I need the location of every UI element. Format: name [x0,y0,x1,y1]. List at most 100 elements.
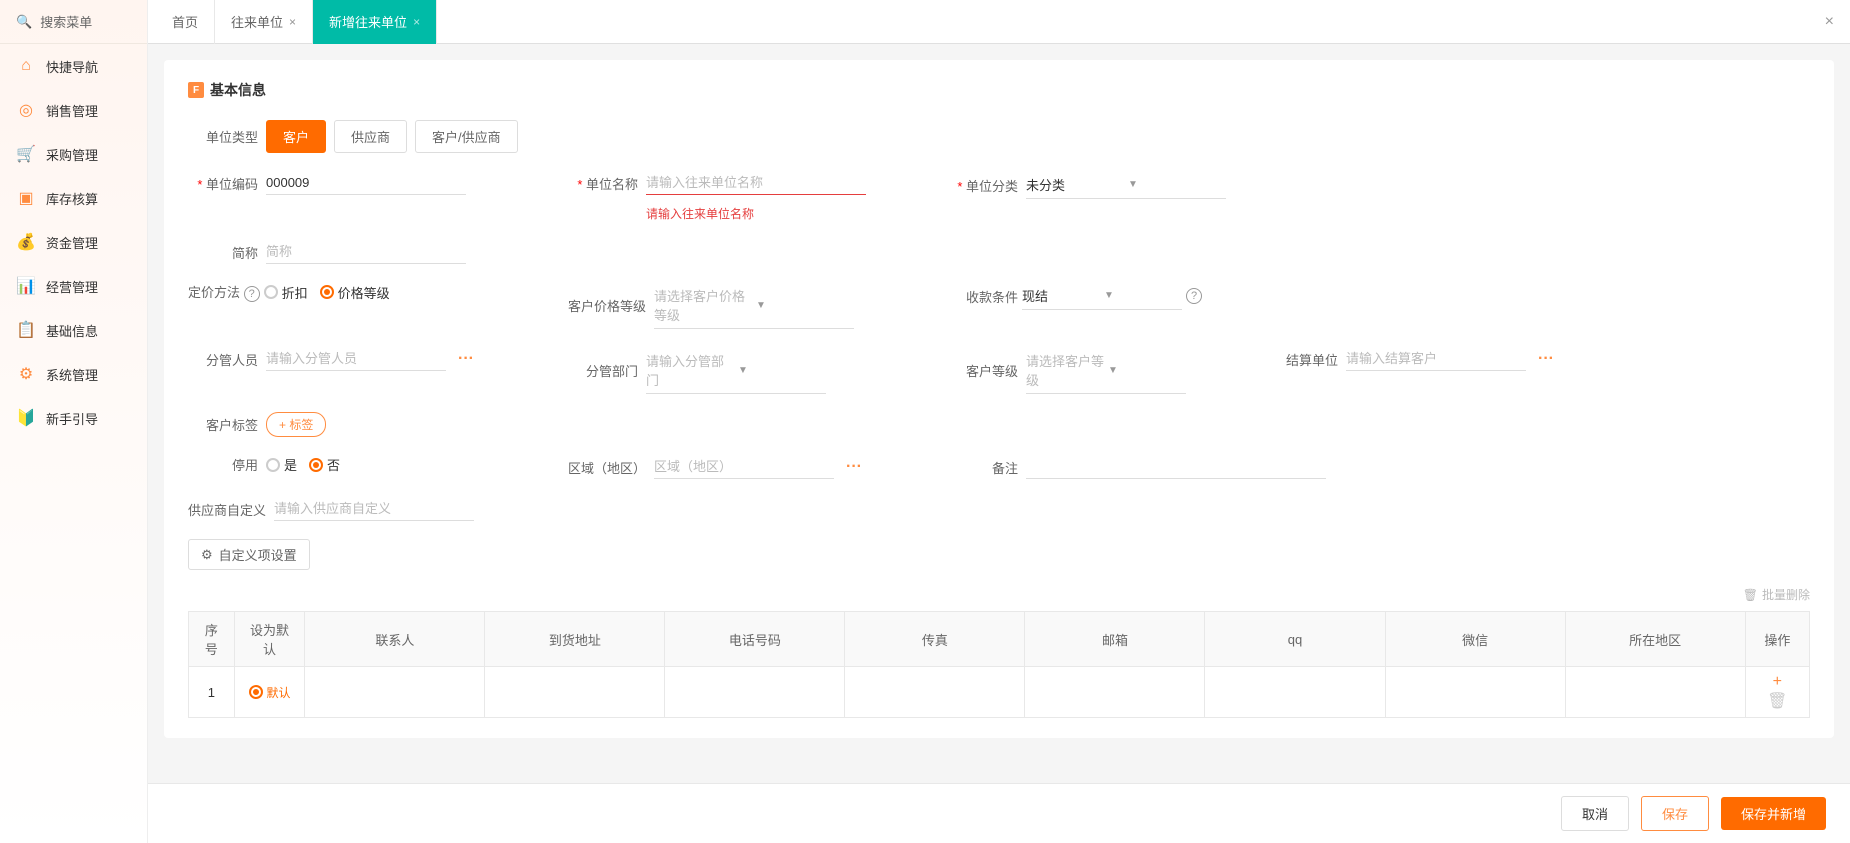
col-fax: 传真 [845,612,1025,667]
region-more-btn[interactable]: ··· [842,458,866,476]
fax-input[interactable] [855,685,1014,700]
discount-radio-circle [264,285,278,299]
manager-field: 分管人员 ··· [188,347,568,371]
manager-more-btn[interactable]: ··· [454,350,478,368]
unit-type-supplier[interactable]: 供应商 [334,120,407,153]
sidebar-item-label: 采购管理 [46,145,98,164]
address-input[interactable] [495,685,654,700]
payment-help-icon[interactable]: ? [1186,288,1202,304]
unit-type-customer[interactable]: 客户 [266,120,326,153]
disabled-field: 停用 是 否 [188,455,568,474]
col-contact: 联系人 [305,612,485,667]
sidebar-item-system[interactable]: ⚙ 系统管理 [0,352,147,396]
region-field: 区域（地区） ··· [568,455,948,479]
sidebar-search[interactable]: 🔍 搜索菜单 [0,0,147,44]
remarks-field: 备注 [948,455,1448,479]
manager-input[interactable] [266,347,446,371]
tab-home[interactable]: 首页 [156,0,215,44]
sidebar-item-purchase[interactable]: 🛒 采购管理 [0,132,147,176]
basics-icon: 📋 [16,320,36,340]
tags-row: 客户标签 + 标签 [188,412,1810,437]
disabled-row: 停用 是 否 区域（地区） ··· [188,455,1810,479]
sidebar-item-guide[interactable]: 🔰 新手引导 [0,396,147,440]
unit-name-input[interactable] [646,171,866,195]
supplier-custom-input[interactable] [274,497,474,521]
contact-input[interactable] [315,685,474,700]
customer-price-level-placeholder: 请选择客户价格等级 [654,286,752,324]
home-icon: ⌂ [16,56,36,76]
region-label: 区域（地区） [568,458,646,477]
unit-category-select[interactable]: 未分类 ▼ [1026,171,1226,199]
purchase-icon: 🛒 [16,144,36,164]
wechat-input[interactable] [1396,685,1555,700]
level-radio-circle [320,285,334,299]
sidebar-item-quick-nav[interactable]: ⌂ 快捷导航 [0,44,147,88]
section-title-label: 基本信息 [210,80,266,100]
pricing-help-icon[interactable]: ? [244,286,260,302]
sidebar-item-inventory[interactable]: ▣ 库存核算 [0,176,147,220]
sidebar-item-basics[interactable]: 📋 基础信息 [0,308,147,352]
customer-price-level-field: 客户价格等级 请选择客户价格等级 ▼ [568,282,948,329]
save-button[interactable]: 保存 [1641,796,1709,831]
sidebar-item-sales[interactable]: ◎ 销售管理 [0,88,147,132]
settlement-more-btn[interactable]: ··· [1534,350,1558,368]
remarks-input[interactable] [1026,455,1326,479]
short-name-label: 简称 [188,243,258,262]
cancel-button[interactable]: 取消 [1561,796,1629,831]
batch-delete-button[interactable]: 🗑 批量删除 [1743,586,1810,603]
department-field: 分管部门 请输入分管部门 ▼ [568,347,948,394]
custom-settings-button[interactable]: ⚙ 自定义项设置 [188,539,310,570]
pricing-discount-radio[interactable]: 折扣 [264,283,308,302]
unit-code-label: 单位编码 [188,174,258,193]
settlement-unit-input[interactable] [1346,347,1526,371]
customer-price-level-select[interactable]: 请选择客户价格等级 ▼ [654,282,854,329]
chevron-down-icon: ▼ [1104,290,1182,301]
row-wechat [1385,667,1565,718]
pricing-level-radio[interactable]: 价格等级 [320,283,390,302]
payment-condition-select[interactable]: 现结 ▼ [1022,282,1182,310]
sidebar-item-label: 基础信息 [46,321,98,340]
sidebar-item-finance[interactable]: 💰 资金管理 [0,220,147,264]
disabled-yes-radio[interactable]: 是 [266,455,297,474]
gear-icon: ⚙ [201,547,213,563]
phone-input[interactable] [675,685,834,700]
short-name-input[interactable] [266,240,466,264]
sidebar-search-label: 搜索菜单 [40,12,92,31]
finance-icon: 💰 [16,232,36,252]
row-email [1025,667,1205,718]
email-input[interactable] [1035,685,1194,700]
tab-partners[interactable]: 往来单位 × [215,0,313,44]
sidebar-item-operations[interactable]: 📊 经营管理 [0,264,147,308]
short-name-row: 简称 [188,240,1810,264]
table-region-input[interactable] [1576,685,1735,700]
region-input[interactable] [654,455,834,479]
customer-tags-field: 客户标签 + 标签 [188,412,1810,437]
sidebar-item-label: 经营管理 [46,277,98,296]
row-default-radio[interactable]: 默认 [245,684,295,701]
sidebar-item-label: 系统管理 [46,365,98,384]
tab-partners-label: 往来单位 [231,12,283,31]
disabled-no-radio[interactable]: 否 [309,455,340,474]
add-tag-label: + 标签 [279,416,313,433]
save-new-button[interactable]: 保存并新增 [1721,797,1826,830]
tab-new-partner-close[interactable]: × [413,15,420,29]
tab-partners-close[interactable]: × [289,15,296,29]
chevron-down-icon: ▼ [1108,365,1186,376]
col-default: 设为默认 [234,612,305,667]
delete-row-button[interactable]: 🗑 [1764,691,1790,711]
add-tag-button[interactable]: + 标签 [266,412,326,437]
unit-type-both[interactable]: 客户/供应商 [415,120,518,153]
unit-code-field: 单位编码 [188,171,568,195]
customer-price-level-label: 客户价格等级 [568,296,646,315]
sidebar-item-label: 快捷导航 [46,57,98,76]
unit-category-field: 单位分类 未分类 ▼ [948,171,1328,199]
unit-code-input[interactable] [266,171,466,195]
department-select[interactable]: 请输入分管部门 ▼ [646,347,826,394]
qq-input[interactable] [1215,685,1374,700]
table-row: 1 默认 [189,667,1810,718]
customer-level-select[interactable]: 请选择客户等级 ▼ [1026,347,1186,394]
close-all-tabs[interactable]: × [1817,13,1842,31]
tab-new-partner[interactable]: 新增往来单位 × [313,0,437,44]
unit-type-buttons: 客户 供应商 客户/供应商 [266,120,518,153]
add-row-button[interactable]: + [1770,673,1785,691]
